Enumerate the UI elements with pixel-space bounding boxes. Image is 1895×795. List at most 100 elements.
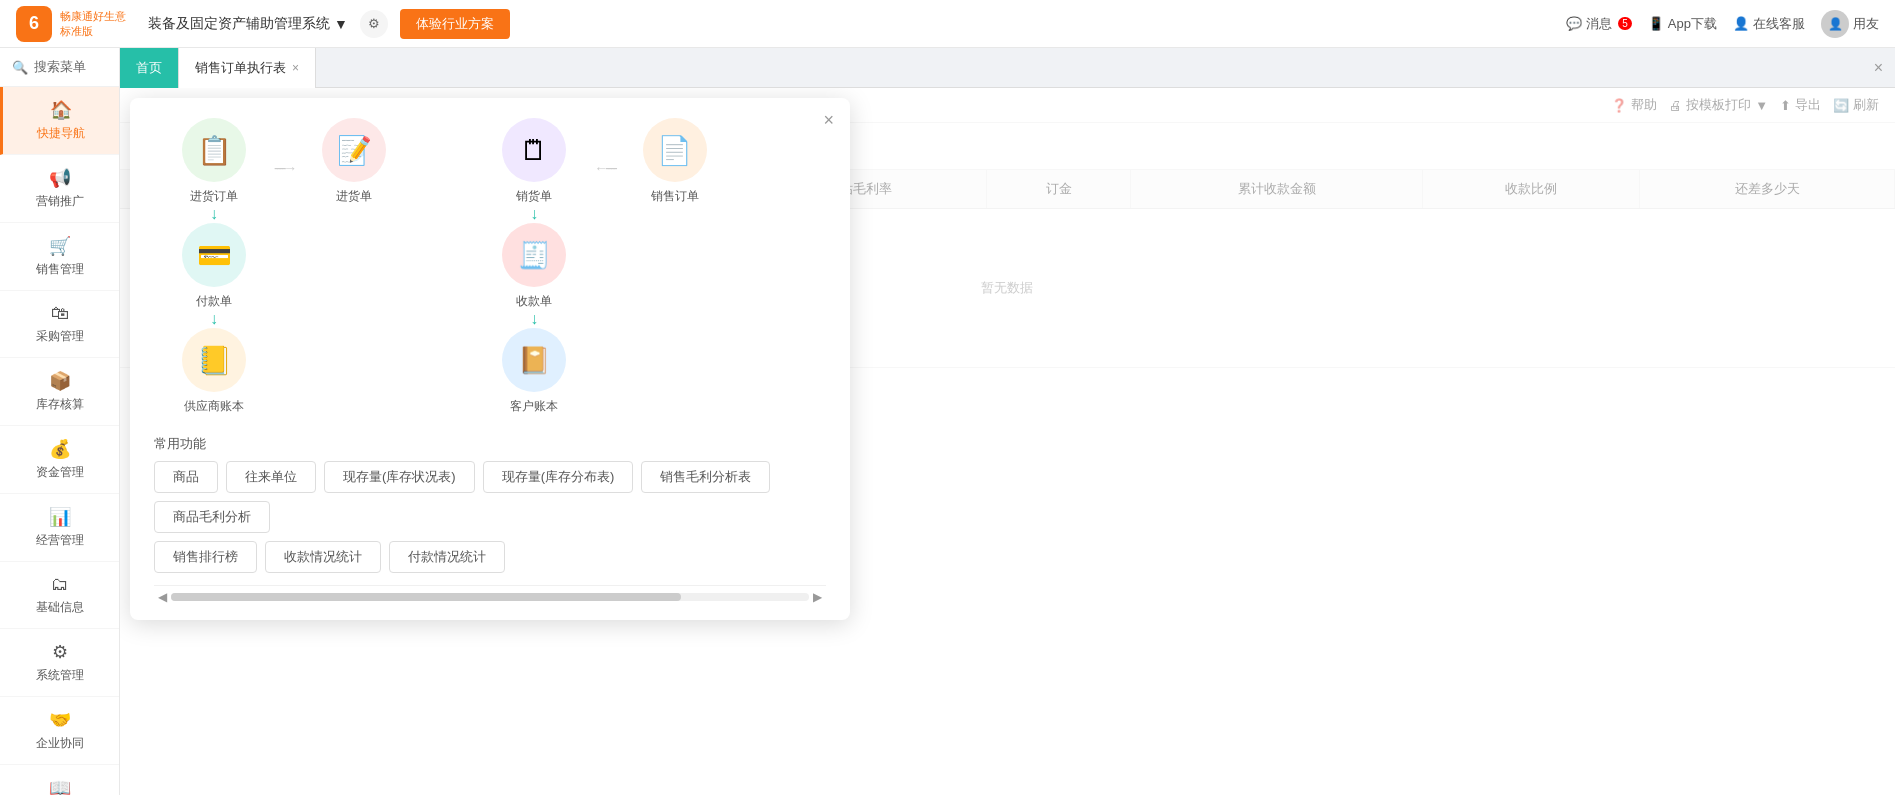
sidebar-item-enterprise[interactable]: 🤝 企业协同	[0, 697, 119, 765]
sidebar-label-basic-info: 基础信息	[36, 599, 84, 616]
sidebar-item-system[interactable]: ⚙ 系统管理	[0, 629, 119, 697]
arrow-down-2: ↓	[530, 205, 538, 223]
receipt-bill-node[interactable]: 🧾 收款单	[474, 223, 594, 310]
common-func-section: 常用功能 商品 往来单位 现存量(库存状况表) 现存量(库存分布表) 销售毛利分…	[154, 435, 826, 573]
content-area: 首页 销售订单执行表 × × ❓ 帮助 🖨 按	[120, 48, 1895, 795]
func-btn-receipt-stat[interactable]: 收款情况统计	[265, 541, 381, 573]
app-download-button[interactable]: 📱 App下载	[1648, 15, 1717, 33]
operation-icon: 📊	[49, 506, 71, 528]
func-btn-product[interactable]: 商品	[154, 461, 218, 493]
sidebar-label-purchase: 采购管理	[36, 328, 84, 345]
func-btn-payment-stat[interactable]: 付款情况统计	[389, 541, 505, 573]
tab-close-icon[interactable]: ×	[292, 61, 299, 75]
tab-sales-order-exec[interactable]: 销售订单执行表 ×	[179, 48, 316, 88]
purchase-bill-label: 进货单	[336, 188, 372, 205]
sidebar-item-quick-nav[interactable]: 🏠 快捷导航	[0, 87, 119, 155]
chevron-down-icon: ▼	[334, 16, 348, 32]
sales-order-node[interactable]: 📄 销售订单	[615, 118, 735, 205]
tabs-bar: 首页 销售订单执行表 × ×	[120, 48, 1895, 88]
sales-bill-icon: 🗒	[502, 118, 566, 182]
inventory-icon: 📦	[49, 370, 71, 392]
sidebar-item-operation[interactable]: 📊 经营管理	[0, 494, 119, 562]
trial-button[interactable]: 体验行业方案	[400, 9, 510, 39]
purchase-bill-node[interactable]: 📝 进货单	[294, 118, 414, 205]
settings-icon[interactable]: ⚙	[360, 10, 388, 38]
scroll-thumb	[171, 593, 681, 601]
system-title-select[interactable]: 装备及固定资产辅助管理系统 ▼	[148, 15, 348, 33]
customer-ledger-label: 客户账本	[510, 398, 558, 415]
tab-home-label: 首页	[136, 59, 162, 77]
func-btn-stock-dist[interactable]: 现存量(库存分布表)	[483, 461, 634, 493]
func-buttons-row1: 商品 往来单位 现存量(库存状况表) 现存量(库存分布表) 销售毛利分析表 商品…	[154, 461, 826, 533]
search-menu-button[interactable]: 🔍 搜索菜单	[0, 48, 119, 87]
arrow-down-1: ↓	[210, 205, 218, 223]
user-area[interactable]: 👤 用友	[1821, 10, 1879, 38]
sidebar-label-sales: 销售管理	[36, 261, 84, 278]
sales-order-label: 销售订单	[651, 188, 699, 205]
sidebar-item-inventory[interactable]: 📦 库存核算	[0, 358, 119, 426]
supplier-ledger-label: 供应商账本	[184, 398, 244, 415]
basic-info-icon: 🗂	[51, 574, 69, 595]
payment-bill-icon: 💳	[182, 223, 246, 287]
sidebar-label-marketing: 营销推广	[36, 193, 84, 210]
receipt-bill-label: 收款单	[516, 293, 552, 310]
tab-close-main-icon[interactable]: ×	[1862, 59, 1895, 77]
func-btn-partner[interactable]: 往来单位	[226, 461, 316, 493]
logo-icon: 6	[16, 6, 52, 42]
arrow-left-1: ←- - - -	[594, 136, 614, 200]
scroll-right-icon[interactable]: ▶	[809, 590, 826, 604]
flow-popup: × 📋 进货订单 ↓ 💳	[130, 98, 850, 620]
func-btn-sales-rank[interactable]: 销售排行榜	[154, 541, 257, 573]
guide-icon: 📖	[49, 777, 71, 795]
arrow-down-3: ↓	[210, 310, 218, 328]
system-title-text: 装备及固定资产辅助管理系统	[148, 15, 330, 33]
purchase-order-node[interactable]: 📋 进货订单	[154, 118, 274, 205]
sales-bill-node[interactable]: 🗒 销货单	[474, 118, 594, 205]
payment-bill-node[interactable]: 💳 付款单	[154, 223, 274, 310]
user-name: 用友	[1853, 15, 1879, 33]
system-icon: ⚙	[52, 641, 68, 663]
download-icon: 📱	[1648, 16, 1664, 31]
payment-bill-label: 付款单	[196, 293, 232, 310]
sidebar: 🔍 搜索菜单 🏠 快捷导航 📢 营销推广 🛒 销售管理 🛍 采购管理 📦	[0, 48, 120, 795]
customer-ledger-node[interactable]: 📔 客户账本	[474, 328, 594, 415]
sidebar-item-guide[interactable]: 📖 新手引导	[0, 765, 119, 795]
sales-bill-label: 销货单	[516, 188, 552, 205]
arrow-down-4: ↓	[530, 310, 538, 328]
popup-close-button[interactable]: ×	[823, 110, 834, 131]
sidebar-label-system: 系统管理	[36, 667, 84, 684]
tab-home[interactable]: 首页	[120, 48, 179, 88]
sidebar-label-inventory: 库存核算	[36, 396, 84, 413]
func-btn-stock-status[interactable]: 现存量(库存状况表)	[324, 461, 475, 493]
sales-order-icon: 📄	[643, 118, 707, 182]
func-btn-sales-profit[interactable]: 销售毛利分析表	[641, 461, 770, 493]
purchase-order-label: 进货订单	[190, 188, 238, 205]
func-buttons-row2: 销售排行榜 收款情况统计 付款情况统计	[154, 541, 826, 573]
logo-text: 畅康通好生意 标准版	[60, 9, 126, 38]
func-btn-product-profit[interactable]: 商品毛利分析	[154, 501, 270, 533]
search-icon: 🔍	[12, 60, 28, 75]
sidebar-label-quick-nav: 快捷导航	[37, 125, 85, 142]
sidebar-item-sales[interactable]: 🛒 销售管理	[0, 223, 119, 291]
flow-overlay: × 📋 进货订单 ↓ 💳	[120, 88, 1895, 795]
sidebar-item-finance[interactable]: 💰 资金管理	[0, 426, 119, 494]
sales-icon: 🛒	[49, 235, 71, 257]
online-service-button[interactable]: 👤 在线客服	[1733, 15, 1805, 33]
home-icon: 🏠	[50, 99, 72, 121]
message-button[interactable]: 💬 消息 5	[1566, 15, 1632, 33]
customer-ledger-icon: 📔	[502, 328, 566, 392]
service-icon: 👤	[1733, 16, 1749, 31]
scroll-left-icon[interactable]: ◀	[154, 590, 171, 604]
sidebar-item-purchase[interactable]: 🛍 采购管理	[0, 291, 119, 358]
scroll-track[interactable]	[171, 593, 809, 601]
marketing-icon: 📢	[49, 167, 71, 189]
top-right-area: 💬 消息 5 📱 App下载 👤 在线客服 👤 用友	[1566, 10, 1879, 38]
app-download-label: App下载	[1668, 15, 1717, 33]
supplier-ledger-node[interactable]: 📒 供应商账本	[154, 328, 274, 415]
receipt-bill-icon: 🧾	[502, 223, 566, 287]
arrow-right-1: - - - -→	[274, 136, 294, 200]
online-service-label: 在线客服	[1753, 15, 1805, 33]
sidebar-item-basic-info[interactable]: 🗂 基础信息	[0, 562, 119, 629]
sidebar-item-marketing[interactable]: 📢 营销推广	[0, 155, 119, 223]
message-label: 消息	[1586, 15, 1612, 33]
